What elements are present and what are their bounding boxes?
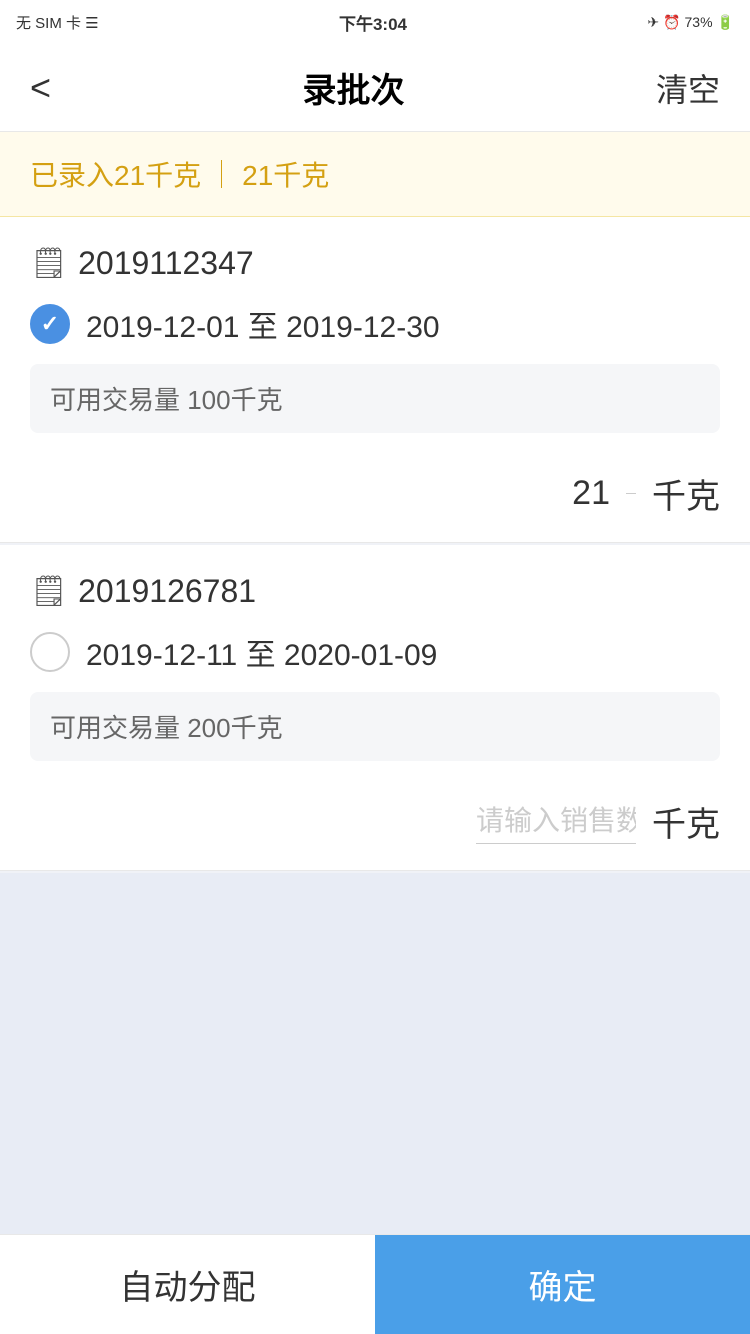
batch-2-available: 可用交易量 200千克	[30, 692, 720, 761]
batch-2-unit: 千克	[652, 797, 720, 846]
status-left: 无 SIM 卡 ☰	[16, 12, 99, 33]
status-right: ✈ ⏰ 73% 🔋	[647, 14, 734, 31]
status-time: 下午3:04	[339, 10, 407, 35]
batch-1-id-icon: 🗒	[30, 246, 68, 281]
sim-label: 无 SIM 卡 ☰	[16, 12, 99, 33]
fill-area	[0, 873, 750, 1234]
batch-card-2: 🗒 2019126781 2019-12-11 至 2020-01-09 可用交…	[0, 545, 750, 871]
batch-2-row: 2019-12-11 至 2020-01-09	[0, 620, 750, 684]
batch-2-date: 2019-12-11 至 2020-01-09	[86, 630, 437, 674]
status-bar: 无 SIM 卡 ☰ 下午3:04 ✈ ⏰ 73% 🔋	[0, 0, 750, 44]
confirm-button[interactable]: 确定	[375, 1235, 750, 1334]
batch-2-radio[interactable]	[30, 632, 70, 672]
batch-1-row: 2019-12-01 至 2019-12-30	[0, 292, 750, 356]
batch-1-available: 可用交易量 100千克	[30, 364, 720, 433]
page-title: 录批次	[303, 63, 405, 112]
info-divider	[221, 160, 222, 188]
content-area: 🗒 2019112347 2019-12-01 至 2019-12-30 可用交…	[0, 217, 750, 1334]
recorded-value: 21千克	[242, 154, 329, 194]
alarm-icon: ⏰	[663, 14, 680, 31]
nav-bar: < 录批次 清空	[0, 44, 750, 132]
batch-1-input-row: 21 千克	[0, 449, 750, 543]
recorded-label: 已录入21千克	[30, 154, 201, 194]
auto-distribute-button[interactable]: 自动分配	[0, 1235, 375, 1334]
batch-card-1: 🗒 2019112347 2019-12-01 至 2019-12-30 可用交…	[0, 217, 750, 543]
back-button[interactable]: <	[30, 70, 51, 106]
batch-1-quantity-value: 21	[572, 474, 610, 513]
battery-label: 73%	[685, 14, 713, 30]
batch-1-id: 2019112347	[78, 245, 254, 282]
location-icon: ✈	[647, 14, 659, 31]
batch-2-input-row: 千克	[0, 777, 750, 871]
battery-icon: 🔋	[717, 14, 734, 31]
batch-2-id-icon: 🗒	[30, 574, 68, 609]
batch-2-header: 🗒 2019126781	[0, 545, 750, 620]
batch-1-unit: 千克	[652, 469, 720, 518]
batch-1-header: 🗒 2019112347	[0, 217, 750, 292]
batch-2-quantity-input[interactable]	[476, 800, 636, 844]
info-banner: 已录入21千克 21千克	[0, 132, 750, 217]
batch-2-id: 2019126781	[78, 573, 256, 610]
clear-button[interactable]: 清空	[656, 65, 720, 111]
bottom-bar: 自动分配 确定	[0, 1234, 750, 1334]
batch-1-date: 2019-12-01 至 2019-12-30	[86, 302, 440, 346]
batch-1-radio[interactable]	[30, 304, 70, 344]
